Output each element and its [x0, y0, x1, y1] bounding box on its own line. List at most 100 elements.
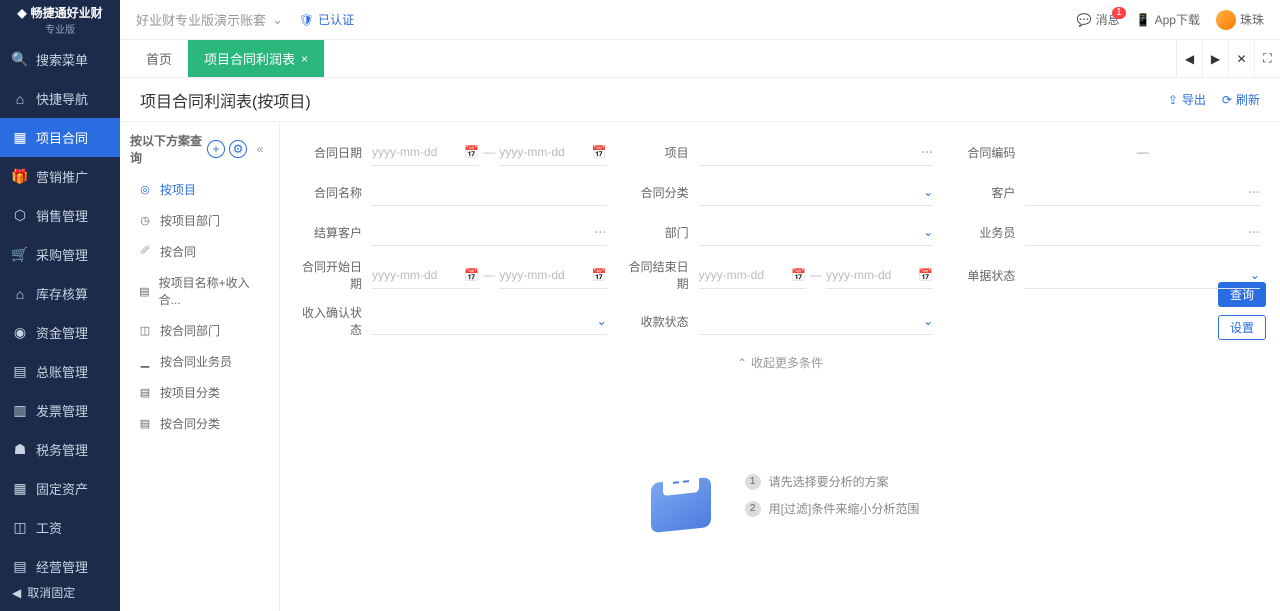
tab-next-button[interactable]: ▶: [1202, 40, 1228, 78]
more-icon[interactable]: ···: [921, 145, 933, 159]
messages-badge: 1: [1112, 7, 1126, 19]
nav-label: 库存核算: [36, 284, 88, 303]
calendar-icon[interactable]: 📅: [592, 145, 607, 159]
scheme-item-2[interactable]: ␥按合同: [120, 236, 279, 267]
nav-item-11[interactable]: ▦固定资产: [0, 469, 120, 508]
nav-label: 经营管理: [36, 557, 88, 574]
nav-label: 采购管理: [36, 245, 88, 264]
collapse-conditions-button[interactable]: ⌃ 收起更多条件: [737, 354, 823, 371]
nav-icon: ◫: [12, 520, 28, 536]
messages-button[interactable]: 💬 消息 1: [1077, 11, 1120, 28]
chevron-down-icon[interactable]: ⌄: [923, 185, 933, 199]
nav-label: 总账管理: [36, 362, 88, 381]
scheme-item-4[interactable]: ◫按合同部门: [120, 315, 279, 346]
revenue-status-select[interactable]: [372, 314, 607, 328]
user-name: 珠珠: [1240, 11, 1264, 28]
page-title: 项目合同利润表(按项目): [140, 88, 311, 112]
nav-item-8[interactable]: ▤总账管理: [0, 352, 120, 391]
step-1-badge: 1: [745, 474, 761, 490]
chevron-down-icon[interactable]: ⌄: [597, 314, 607, 328]
chevron-down-icon[interactable]: ⌄: [923, 314, 933, 328]
nav-item-3[interactable]: 🎁营销推广: [0, 157, 120, 196]
customer-input[interactable]: [1025, 185, 1260, 199]
nav-icon: ⌂: [12, 91, 28, 107]
scheme-item-icon: ▤: [138, 417, 152, 431]
tab-active-label: 项目合同利润表: [204, 49, 295, 68]
tenant-name: 好业财专业版演示账套: [136, 10, 266, 29]
start-date-to-input[interactable]: [499, 268, 606, 282]
label-collect-status: 收款状态: [627, 313, 699, 330]
refresh-button[interactable]: ⟳刷新: [1222, 91, 1260, 108]
scheme-item-1[interactable]: ◷按项目部门: [120, 205, 279, 236]
scheme-item-icon: ▤: [138, 386, 152, 400]
nav-item-6[interactable]: ⌂ 库存核算: [0, 274, 120, 313]
start-date-from-input[interactable]: [372, 268, 479, 282]
more-icon[interactable]: ···: [1248, 225, 1260, 239]
scheme-settings-button[interactable]: ⚙: [229, 140, 247, 158]
tab-close-all-button[interactable]: ✕: [1228, 40, 1254, 78]
nav-item-1[interactable]: ⌂快捷导航: [0, 79, 120, 118]
scheme-item-0[interactable]: ◎按项目: [120, 174, 279, 205]
tenant-selector[interactable]: 好业财专业版演示账套 ⌄: [136, 10, 283, 29]
label-salesperson: 业务员: [953, 224, 1025, 241]
export-button[interactable]: ⇪导出: [1168, 91, 1206, 108]
more-icon[interactable]: ···: [1248, 185, 1260, 199]
settle-customer-input[interactable]: [372, 225, 607, 239]
step-1-text: 请先选择要分析的方案: [769, 473, 889, 490]
more-icon[interactable]: ···: [595, 225, 607, 239]
scheme-item-6[interactable]: ▤按项目分类: [120, 377, 279, 408]
user-menu[interactable]: 珠珠: [1216, 10, 1264, 30]
end-date-to-input[interactable]: [826, 268, 933, 282]
calendar-icon[interactable]: 📅: [918, 268, 933, 282]
calendar-icon[interactable]: 📅: [592, 268, 607, 282]
scheme-collapse-button[interactable]: «: [251, 140, 269, 158]
contract-date-from-input[interactable]: [372, 145, 479, 159]
department-select[interactable]: [699, 225, 934, 239]
nav-icon: ⌂: [12, 286, 28, 302]
tab-fullscreen-button[interactable]: ⛶: [1254, 40, 1280, 78]
shield-icon: 🛡: [299, 13, 314, 27]
chevron-down-icon[interactable]: ⌄: [923, 225, 933, 239]
contract-category-select[interactable]: [699, 185, 934, 199]
nav-item-4[interactable]: ⬡销售管理: [0, 196, 120, 235]
scheme-add-button[interactable]: +: [207, 140, 225, 158]
scheme-item-7[interactable]: ▤ 按合同分类: [120, 408, 279, 439]
calendar-icon[interactable]: 📅: [464, 145, 479, 159]
scheme-item-label: 按合同分类: [160, 415, 220, 432]
nav-item-10[interactable]: ☗税务管理: [0, 430, 120, 469]
nav-item-7[interactable]: ◉资金管理: [0, 313, 120, 352]
nav-item-13[interactable]: ▤经营管理: [0, 547, 120, 574]
scheme-item-5[interactable]: ▁按合同业务员: [120, 346, 279, 377]
nav-label: 营销推广: [36, 167, 88, 186]
tab-close-button[interactable]: ×: [301, 52, 308, 66]
contract-date-to-input[interactable]: [499, 145, 606, 159]
calendar-icon[interactable]: 📅: [464, 268, 479, 282]
step-2-badge: 2: [745, 501, 761, 517]
calendar-icon[interactable]: 📅: [791, 268, 806, 282]
collect-status-select[interactable]: [699, 314, 934, 328]
scheme-item-label: 按项目: [160, 181, 196, 198]
nav-item-12[interactable]: ◫工资: [0, 508, 120, 547]
app-download-button[interactable]: 📱 App下载: [1136, 11, 1200, 28]
project-input[interactable]: [699, 145, 934, 159]
nav-item-2[interactable]: ▦项目合同: [0, 118, 120, 157]
nav-item-0[interactable]: 🔍搜索菜单: [0, 40, 120, 79]
settings-button[interactable]: 设置: [1218, 315, 1266, 340]
tab-home[interactable]: 首页: [130, 40, 188, 77]
bill-status-select[interactable]: [1025, 268, 1260, 282]
end-date-from-input[interactable]: [699, 268, 806, 282]
tab-prev-button[interactable]: ◀: [1176, 40, 1202, 78]
nav-item-5[interactable]: 🛒采购管理: [0, 235, 120, 274]
nav-icon: 🔍: [12, 52, 28, 68]
contract-name-input[interactable]: [372, 185, 607, 199]
sidebar-pin-toggle[interactable]: ◀ 取消固定: [0, 574, 120, 611]
query-form: 合同日期 📅 — 📅 项目 ··· 合同编码 —: [280, 122, 1280, 346]
chevron-down-icon[interactable]: ⌄: [1250, 268, 1260, 282]
tab-home-label: 首页: [146, 49, 172, 68]
scheme-item-label: 按合同部门: [160, 322, 220, 339]
nav-item-9[interactable]: ▥发票管理: [0, 391, 120, 430]
scheme-item-3[interactable]: ▤按项目名称+收入合...: [120, 267, 279, 315]
salesperson-input[interactable]: [1025, 225, 1260, 239]
nav-label: 发票管理: [36, 401, 88, 420]
tab-profit-report[interactable]: 项目合同利润表 ×: [188, 40, 324, 77]
